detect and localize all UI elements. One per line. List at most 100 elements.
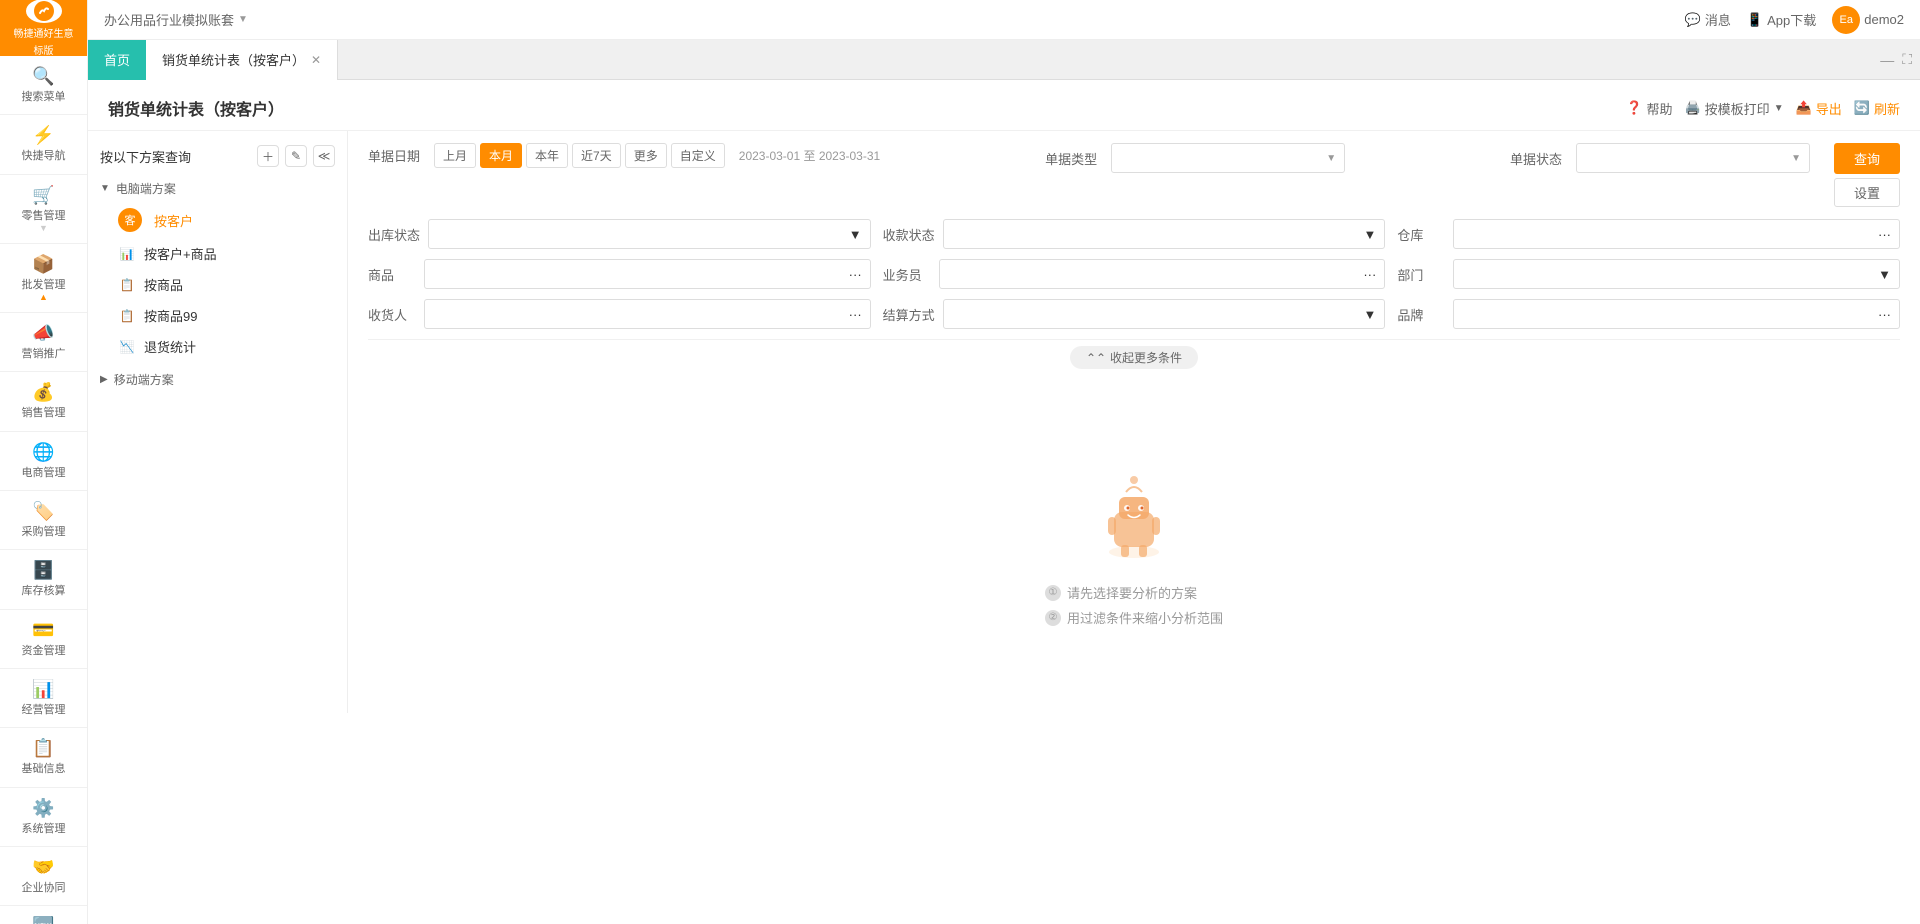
pay-status-select[interactable]: ▼	[943, 219, 1386, 249]
warehouse-input[interactable]: ···	[1453, 219, 1900, 249]
mobile-arrow-icon: ▶	[100, 374, 108, 385]
base-icon: 📋	[32, 738, 54, 759]
goods-label: 商品	[368, 265, 416, 284]
logo-icon	[26, 0, 62, 23]
salesman-cell: 业务员 ···	[883, 259, 1386, 289]
username: demo2	[1864, 12, 1904, 27]
out-status-select[interactable]: ▼	[428, 219, 871, 249]
tab-maximize-icon[interactable]: ⛶	[1902, 51, 1912, 68]
template-print-button[interactable]: 🖨️ 按模板打印 ▼	[1684, 99, 1783, 118]
page-header: 销货单统计表（按客户） ❓ 帮助 🖨️ 按模板打印 ▼ 📤 导出 🔄 刷新	[88, 80, 1920, 131]
pay-status-label: 收款状态	[883, 225, 935, 244]
goods-input[interactable]: ···	[424, 259, 871, 289]
salesman-input[interactable]: ···	[939, 259, 1386, 289]
sidebar-item-purchase[interactable]: 🏷️ 采购管理	[0, 491, 87, 550]
sidebar-item-sales[interactable]: 💰 销售管理	[0, 372, 87, 431]
out-status-dropdown: ▼	[849, 227, 862, 242]
dept-cell: 部门 ▼	[1397, 259, 1900, 289]
receiver-input[interactable]: ···	[424, 299, 871, 329]
edit-scheme-button[interactable]: ✎	[285, 145, 307, 167]
guide-icon: 🆕	[32, 916, 54, 924]
tip-text-2: 用过滤条件来缩小分析范围	[1067, 608, 1223, 627]
query-button[interactable]: 查询	[1834, 143, 1900, 174]
brand-input[interactable]: ···	[1453, 299, 1900, 329]
sidebar-item-ops[interactable]: 📊 经营管理	[0, 669, 87, 728]
date-this-year[interactable]: 本年	[526, 143, 568, 168]
refresh-button[interactable]: 🔄 刷新	[1854, 99, 1900, 118]
scheme-item-by-customer[interactable]: 客 按客户	[88, 202, 347, 238]
sidebar-item-system[interactable]: ⚙️ 系统管理	[0, 788, 87, 847]
type-select[interactable]: ▼	[1111, 143, 1345, 173]
tab-close-icon[interactable]: ✕	[311, 53, 321, 67]
app-subtitle: 标版	[34, 42, 54, 57]
user-profile[interactable]: Ea demo2	[1832, 6, 1904, 34]
collab-icon: 🤝	[32, 857, 54, 878]
retail-icon: 🛒	[32, 185, 54, 206]
sidebar-item-inventory[interactable]: 🗄️ 库存核算	[0, 550, 87, 609]
search-icon: 🔍	[32, 66, 54, 87]
account-name: 办公用品行业模拟账套	[104, 10, 234, 29]
purchase-icon: 🏷️	[32, 501, 54, 522]
tab-home[interactable]: 首页	[88, 40, 146, 80]
main-wrap: 办公用品行业模拟账套 ▼ 💬 消息 📱 App下载 Ea demo2 首页 销货…	[88, 0, 1920, 924]
ops-icon: 📊	[32, 679, 54, 700]
status-select[interactable]: ▼	[1576, 143, 1810, 173]
export-button[interactable]: 📤 导出	[1796, 99, 1842, 118]
date-more[interactable]: 更多	[625, 143, 667, 168]
dept-select[interactable]: ▼	[1453, 259, 1900, 289]
date-filter-label: 单据日期	[368, 146, 428, 165]
refresh-icon: 🔄	[1854, 100, 1870, 116]
download-icon: 📱	[1747, 12, 1763, 28]
out-status-cell: 出库状态 ▼	[368, 219, 871, 249]
desktop-arrow-icon: ▼	[100, 183, 110, 194]
refresh-label: 刷新	[1874, 99, 1900, 118]
tip-num-1: ①	[1045, 585, 1061, 601]
header-right: 💬 消息 📱 App下载 Ea demo2	[1685, 6, 1904, 34]
sidebar-item-wholesale[interactable]: 📦 批发管理 ▲	[0, 244, 87, 313]
sidebar-menu: 🔍 搜索菜单 ⚡ 快捷导航 🛒 零售管理 ▼ 📦 批发管理 ▲ 📣 营销推广 💰…	[0, 56, 87, 924]
tip-text-1: 请先选择要分析的方案	[1067, 583, 1197, 602]
scheme-item-return-stats[interactable]: 📉 退货统计	[88, 331, 347, 362]
sidebar-item-nav[interactable]: ⚡ 快捷导航	[0, 115, 87, 174]
scheme-item-by-goods[interactable]: 📋 按商品	[88, 269, 347, 300]
filter-row-4: 收货人 ··· 结算方式 ▼	[368, 299, 1900, 329]
scheme-item-by-customer-goods[interactable]: 📊 按客户+商品	[88, 238, 347, 269]
app-download-button[interactable]: 📱 App下载	[1747, 10, 1816, 29]
help-button[interactable]: ❓ 帮助	[1626, 99, 1672, 118]
dropdown-icon: ▼	[238, 14, 248, 25]
tab-minimize-icon[interactable]: —	[1880, 52, 1894, 68]
collapse-label: 收起更多条件	[1110, 349, 1182, 366]
setting-button[interactable]: 设置	[1834, 178, 1900, 207]
account-dropdown[interactable]: 办公用品行业模拟账套 ▼	[104, 10, 248, 29]
out-status-label: 出库状态	[368, 225, 420, 244]
warehouse-label: 仓库	[1397, 225, 1445, 244]
message-button[interactable]: 💬 消息	[1685, 10, 1731, 29]
sidebar-item-search[interactable]: 🔍 搜索菜单	[0, 56, 87, 115]
sidebar-item-guide[interactable]: 🆕 新手引导	[0, 906, 87, 924]
sidebar-item-retail[interactable]: 🛒 零售管理 ▼	[0, 175, 87, 244]
sidebar-item-marketing[interactable]: 📣 营销推广	[0, 313, 87, 372]
scheme-item-customer-label: 按客户	[154, 211, 193, 230]
scheme-group-desktop-header[interactable]: ▼ 电脑端方案	[88, 175, 347, 202]
date-last-month[interactable]: 上月	[434, 143, 476, 168]
warehouse-cell: 仓库 ···	[1397, 219, 1900, 249]
tab-sales-stats[interactable]: 销货单统计表（按客户） ✕	[146, 40, 338, 80]
scheme-group-mobile: ▶ 移动端方案	[88, 366, 347, 393]
collapse-button[interactable]: ⌃⌃ 收起更多条件	[1070, 346, 1198, 369]
date-last-7days[interactable]: 近7天	[572, 143, 621, 168]
add-scheme-button[interactable]: ＋	[257, 145, 279, 167]
scheme-item-by-goods99[interactable]: 📋 按商品99	[88, 300, 347, 331]
date-this-month[interactable]: 本月	[480, 143, 522, 168]
sidebar-item-collab[interactable]: 🤝 企业协同	[0, 847, 87, 906]
settle-select[interactable]: ▼	[943, 299, 1386, 329]
inventory-icon: 🗄️	[32, 560, 54, 581]
scheme-panel-actions: ＋ ✎ ≪	[257, 145, 335, 167]
date-custom[interactable]: 自定义	[671, 143, 725, 168]
collapse-up-icon: ⌃⌃	[1086, 351, 1106, 365]
sidebar-item-finance[interactable]: 💳 资金管理	[0, 610, 87, 669]
export-icon: 📤	[1796, 100, 1812, 116]
sidebar-item-ecom[interactable]: 🌐 电商管理	[0, 432, 87, 491]
scheme-group-mobile-header[interactable]: ▶ 移动端方案	[88, 366, 347, 393]
sidebar-item-base[interactable]: 📋 基础信息	[0, 728, 87, 787]
collapse-scheme-button[interactable]: ≪	[313, 145, 335, 167]
